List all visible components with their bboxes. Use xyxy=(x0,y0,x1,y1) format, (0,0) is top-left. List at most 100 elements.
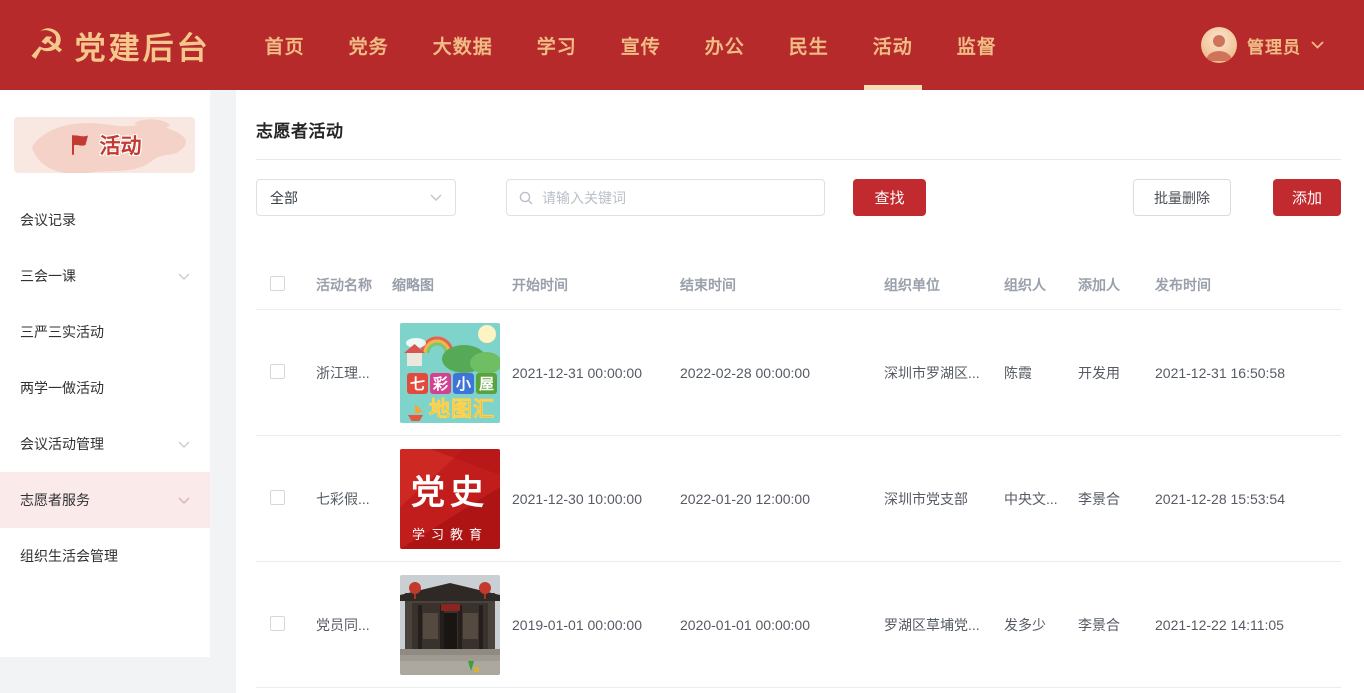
chevron-down-icon xyxy=(178,441,190,448)
nav-item-livelihood[interactable]: 民生 xyxy=(767,0,851,90)
chevron-down-icon xyxy=(178,273,190,280)
sidebar: 活动 会议记录 三会一课 三严三实活动 两学一做活动 会议活动管理 志愿者服务 xyxy=(0,90,210,657)
table-header-row: 活动名称 缩略图 开始时间 结束时间 组织单位 组织人 添加人 发布时间 xyxy=(256,260,1341,310)
nav-item-home[interactable]: 首页 xyxy=(243,0,327,90)
top-nav: 首页 党务 大数据 学习 宣传 办公 民生 活动 监督 xyxy=(243,0,1019,90)
sidebar-item-label: 三严三实活动 xyxy=(20,322,104,342)
user-name: 管理员 xyxy=(1247,33,1301,58)
find-button[interactable]: 查找 xyxy=(853,179,926,216)
svg-text:地图汇: 地图汇 xyxy=(429,397,495,421)
cell-org-unit: 深圳市党支部 xyxy=(884,489,1004,509)
cell-publish-time: 2021-12-28 15:53:54 xyxy=(1155,491,1341,507)
sidebar-item-meeting-activity-mgmt[interactable]: 会议活动管理 xyxy=(0,416,210,472)
nav-item-office[interactable]: 办公 xyxy=(683,0,767,90)
cell-organizer: 发多少 xyxy=(1004,615,1078,635)
category-select[interactable]: 全部 xyxy=(256,179,456,216)
sidebar-item-three-meetings-one-lesson[interactable]: 三会一课 xyxy=(0,248,210,304)
cell-start-time: 2019-01-01 00:00:00 xyxy=(504,617,678,633)
sidebar-item-meeting-records[interactable]: 会议记录 xyxy=(0,192,210,248)
svg-text:小: 小 xyxy=(456,376,471,393)
main-panel: 志愿者活动 全部 查找 批量删除 添加 活动名称 缩略图 开始时间 结束时间 xyxy=(236,90,1364,693)
red-flag-icon xyxy=(68,133,92,157)
category-select-value: 全部 xyxy=(270,188,298,208)
row-checkbox[interactable] xyxy=(270,364,285,379)
cell-adder: 李景合 xyxy=(1078,615,1155,635)
col-activity-name: 活动名称 xyxy=(316,275,392,295)
sidebar-menu: 会议记录 三会一课 三严三实活动 两学一做活动 会议活动管理 志愿者服务 xyxy=(0,192,210,584)
row-checkbox[interactable] xyxy=(270,490,285,505)
sidebar-item-label: 两学一做活动 xyxy=(20,378,104,398)
chevron-down-icon xyxy=(1311,41,1324,49)
user-menu[interactable]: 管理员 xyxy=(1201,27,1324,63)
sidebar-item-label: 会议活动管理 xyxy=(20,434,104,454)
col-adder: 添加人 xyxy=(1078,275,1155,295)
cell-organizer: 陈霞 xyxy=(1004,363,1078,383)
cell-adder: 开发用 xyxy=(1078,363,1155,383)
search-input[interactable] xyxy=(542,190,813,206)
sidebar-banner: 活动 xyxy=(14,117,195,173)
thumbnail-party-history-poster: 党史 学习教育 xyxy=(400,449,500,549)
cell-end-time: 2022-01-20 12:00:00 xyxy=(678,491,884,507)
col-org-unit: 组织单位 xyxy=(884,275,1004,295)
sidebar-item-three-stricts[interactable]: 三严三实活动 xyxy=(0,304,210,360)
sidebar-item-two-studies[interactable]: 两学一做活动 xyxy=(0,360,210,416)
nav-item-study[interactable]: 学习 xyxy=(515,0,599,90)
avatar xyxy=(1201,27,1237,63)
svg-text:彩: 彩 xyxy=(432,375,448,393)
cell-publish-time: 2021-12-22 14:11:05 xyxy=(1155,617,1341,633)
table-row: 浙江理... 七 彩 xyxy=(256,310,1341,436)
title-divider xyxy=(256,159,1341,160)
activity-table: 活动名称 缩略图 开始时间 结束时间 组织单位 组织人 添加人 发布时间 浙江理… xyxy=(256,260,1341,688)
sidebar-banner-label: 活动 xyxy=(100,130,142,160)
nav-item-publicity[interactable]: 宣传 xyxy=(599,0,683,90)
cell-organizer: 中央文... xyxy=(1004,489,1078,509)
nav-item-activity[interactable]: 活动 xyxy=(851,0,935,90)
svg-text:七: 七 xyxy=(410,376,425,393)
thumbnail-map-illustration: 七 彩 小 屋 地图汇 xyxy=(400,323,500,423)
sidebar-item-label: 组织生活会管理 xyxy=(20,546,118,566)
thumbnail-building-photo xyxy=(400,575,500,675)
col-publish-time: 发布时间 xyxy=(1155,275,1341,295)
nav-item-supervision[interactable]: 监督 xyxy=(935,0,1019,90)
hammer-sickle-icon: ☭ xyxy=(28,24,66,66)
cell-adder: 李景合 xyxy=(1078,489,1155,509)
sidebar-item-label: 志愿者服务 xyxy=(20,490,90,510)
person-icon xyxy=(1201,27,1237,63)
col-end-time: 结束时间 xyxy=(678,275,884,295)
cell-activity-name: 浙江理... xyxy=(316,363,392,383)
cell-activity-name: 党员同... xyxy=(316,615,392,635)
cell-activity-name: 七彩假... xyxy=(316,489,392,509)
svg-text:学习教育: 学习教育 xyxy=(412,527,488,542)
row-checkbox[interactable] xyxy=(270,616,285,631)
col-organizer: 组织人 xyxy=(1004,275,1078,295)
sidebar-item-label: 三会一课 xyxy=(20,266,76,286)
col-start-time: 开始时间 xyxy=(504,275,678,295)
select-all-checkbox[interactable] xyxy=(270,276,285,291)
search-icon xyxy=(518,190,534,206)
svg-text:屋: 屋 xyxy=(479,376,494,393)
table-row: 七彩假... 党史 学习教育 2021-12-30 10:00:00 2022-… xyxy=(256,436,1341,562)
chevron-down-icon xyxy=(430,194,442,201)
sidebar-item-org-life-meeting-mgmt[interactable]: 组织生活会管理 xyxy=(0,528,210,584)
sidebar-item-volunteer-service[interactable]: 志愿者服务 xyxy=(0,472,210,528)
app-logo: ☭ 党建后台 xyxy=(28,23,211,68)
cell-org-unit: 罗湖区草埔党... xyxy=(884,615,1004,635)
cell-end-time: 2022-02-28 00:00:00 xyxy=(678,365,884,381)
cell-publish-time: 2021-12-31 16:50:58 xyxy=(1155,365,1341,381)
svg-text:党史: 党史 xyxy=(411,474,489,512)
app-title: 党建后台 xyxy=(75,23,211,68)
keyword-search xyxy=(506,179,825,216)
sidebar-item-label: 会议记录 xyxy=(20,210,76,230)
batch-delete-button[interactable]: 批量删除 xyxy=(1133,179,1231,216)
cell-end-time: 2020-01-01 00:00:00 xyxy=(678,617,884,633)
col-thumbnail: 缩略图 xyxy=(392,275,504,295)
chevron-down-icon xyxy=(178,497,190,504)
top-header: ☭ 党建后台 首页 党务 大数据 学习 宣传 办公 民生 活动 监督 管理员 xyxy=(0,0,1364,90)
nav-item-party-affairs[interactable]: 党务 xyxy=(327,0,411,90)
cell-org-unit: 深圳市罗湖区... xyxy=(884,363,1004,383)
page-title: 志愿者活动 xyxy=(256,117,1341,142)
nav-item-big-data[interactable]: 大数据 xyxy=(411,0,515,90)
cell-start-time: 2021-12-31 00:00:00 xyxy=(504,365,678,381)
add-button[interactable]: 添加 xyxy=(1273,179,1341,216)
table-row: 党员同... xyxy=(256,562,1341,688)
